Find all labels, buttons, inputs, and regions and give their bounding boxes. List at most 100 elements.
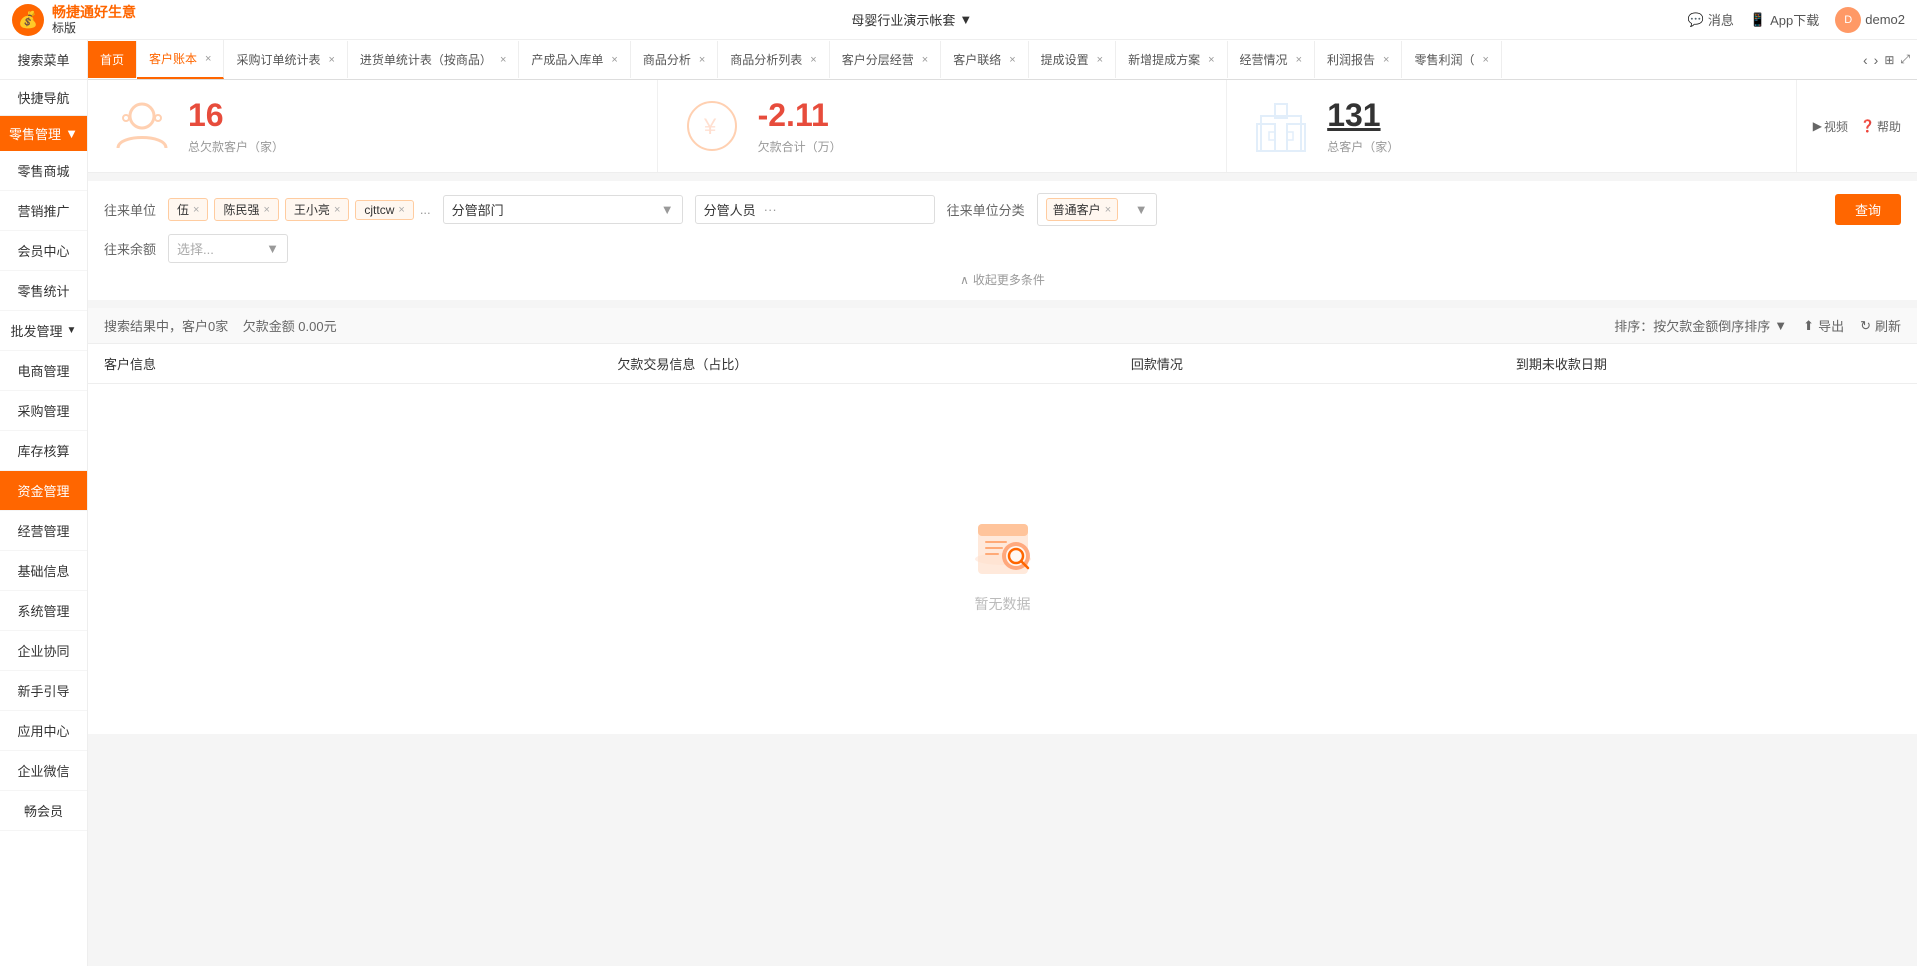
tab-home[interactable]: 首页 [88, 41, 137, 78]
header-right: 💬 消息 📱 App下载 D demo2 [1688, 7, 1905, 33]
tab-purchase-stats[interactable]: 进货单统计表（按商品） × [348, 41, 519, 78]
account-selector[interactable]: 母婴行业演示帐套 ▼ [851, 10, 972, 29]
stat-total-customers: 131 总客户（家） [1227, 80, 1797, 172]
tab-product-analysis[interactable]: 商品分析 × [631, 41, 718, 78]
tab-close-product-analysis-list[interactable]: × [810, 54, 816, 66]
tab-prev-arrow[interactable]: ‹ [1860, 52, 1871, 68]
sidebar-item-enterprise-collab[interactable]: 企业协同 [0, 631, 87, 671]
sidebar-item-system[interactable]: 系统管理 [0, 591, 87, 631]
video-help-btn[interactable]: ▶ 视频 [1813, 118, 1848, 135]
refresh-btn[interactable]: ↻ 刷新 [1860, 316, 1901, 335]
dept-select-arrow: ▼ [661, 202, 674, 217]
collapse-btn[interactable]: ∧ 收起更多条件 [104, 271, 1901, 288]
col-debt-info: 欠款交易信息（占比） [617, 354, 1130, 373]
filter-area: 往来单位 伍 × 陈民强 × 王小亮 × [88, 181, 1917, 300]
stat-number-total: 131 [1327, 97, 1399, 134]
sidebar-item-marketing[interactable]: 营销推广 [0, 191, 87, 231]
tab-close-product-inbound[interactable]: × [611, 54, 617, 66]
remove-tag-wu[interactable]: × [193, 204, 199, 216]
app-download-btn[interactable]: 📱 App下载 [1750, 10, 1819, 29]
sidebar-item-chang-member[interactable]: 畅会员 [0, 791, 87, 831]
collapse-icon: ∧ [960, 273, 969, 287]
sidebar-item-retail-stats[interactable]: 零售统计 [0, 271, 87, 311]
tab-customer-contact[interactable]: 客户联络 × [941, 41, 1028, 78]
stat-label-customers: 总欠款客户（家） [188, 138, 284, 155]
tab-fullscreen-icon[interactable]: ⤢ [1897, 52, 1913, 67]
sidebar-item-enterprise-wechat[interactable]: 企业微信 [0, 751, 87, 791]
tab-close-operations[interactable]: × [1296, 54, 1302, 66]
manager-select[interactable]: 分管人员 ··· [695, 195, 935, 224]
amount-select[interactable]: 选择... ▼ [168, 234, 288, 263]
company-filter-label: 往来单位 [104, 200, 156, 219]
tab-profit-report[interactable]: 利润报告 × [1315, 41, 1402, 78]
stat-values-customers: 16 总欠款客户（家） [188, 97, 284, 155]
remove-tag-wang[interactable]: × [334, 204, 340, 216]
sidebar-group-zero-sales[interactable]: 零售管理 ▼ [0, 116, 87, 151]
remove-tag-chen[interactable]: × [263, 204, 269, 216]
user-menu[interactable]: D demo2 [1835, 7, 1905, 33]
sidebar-item-inventory[interactable]: 库存核算 [0, 431, 87, 471]
tab-close-retail-profit[interactable]: × [1482, 54, 1488, 66]
tab-commission-settings[interactable]: 提成设置 × [1029, 41, 1116, 78]
tab-close-product-analysis[interactable]: × [699, 54, 705, 66]
sidebar-quick-nav[interactable]: 快捷导航 [0, 80, 87, 116]
remove-tag-cjttcw[interactable]: × [398, 204, 404, 216]
query-button[interactable]: 查询 [1835, 194, 1901, 225]
tab-purchase-order[interactable]: 采购订单统计表 × [224, 41, 347, 78]
export-icon: ⬆ [1803, 318, 1814, 334]
sidebar-item-ecommerce[interactable]: 电商管理 [0, 351, 87, 391]
table-body: 暂无数据 [88, 384, 1917, 734]
category-select[interactable]: 普通客户 × ▼ [1037, 193, 1157, 226]
tab-product-inbound[interactable]: 产成品入库单 × [519, 41, 630, 78]
logo-area: 💰 畅捷通好生意 标版 [12, 3, 136, 37]
tab-operations[interactable]: 经营情况 × [1228, 41, 1315, 78]
sidebar-item-procurement[interactable]: 采购管理 [0, 391, 87, 431]
remove-tag-normal-customer[interactable]: × [1105, 204, 1111, 216]
sort-label[interactable]: 排序：按欠款金额倒序排序 ▼ [1614, 316, 1787, 335]
export-btn[interactable]: ⬆ 导出 [1803, 316, 1844, 335]
tab-expand-icon[interactable]: ⊞ [1881, 53, 1897, 67]
top-header: 💰 畅捷通好生意 标版 母婴行业演示帐套 ▼ 💬 消息 📱 App下载 D de… [0, 0, 1917, 40]
stat-customer-icon [112, 96, 172, 156]
tab-close-customer-ledger[interactable]: × [205, 53, 211, 65]
tab-close-add-commission[interactable]: × [1208, 54, 1214, 66]
data-table: 客户信息 欠款交易信息（占比） 回款情况 到期未收款日期 [88, 344, 1917, 734]
tab-close-customer-contact[interactable]: × [1009, 54, 1015, 66]
filter-tag-cjttcw: cjttcw × [355, 200, 413, 220]
table-header: 客户信息 欠款交易信息（占比） 回款情况 到期未收款日期 [88, 344, 1917, 384]
sidebar-item-app-center[interactable]: 应用中心 [0, 711, 87, 751]
filter-row-1: 往来单位 伍 × 陈民强 × 王小亮 × [104, 193, 1901, 226]
tab-add-commission[interactable]: 新增提成方案 × [1116, 41, 1227, 78]
message-btn[interactable]: 💬 消息 [1688, 10, 1734, 29]
tab-close-purchase-order[interactable]: × [328, 54, 334, 66]
tab-product-analysis-list[interactable]: 商品分析列表 × [718, 41, 829, 78]
sidebar-item-new-guide[interactable]: 新手引导 [0, 671, 87, 711]
sidebar-item-basic-info[interactable]: 基础信息 [0, 551, 87, 591]
sidebar-item-finance[interactable]: 资金管理 [0, 471, 87, 511]
tab-next-arrow[interactable]: › [1871, 52, 1882, 68]
no-data-illustration: 暂无数据 [958, 444, 1048, 674]
sidebar-item-members[interactable]: 会员中心 [0, 231, 87, 271]
result-info-bar: 搜索结果中，客户0家 欠款金额 0.00元 排序：按欠款金额倒序排序 ▼ ⬆ 导… [88, 308, 1917, 344]
help-btn[interactable]: ❓ 帮助 [1860, 118, 1901, 135]
sidebar-item-wholesale[interactable]: 批发管理 ▼ [0, 311, 87, 351]
stat-building-icon [1251, 96, 1311, 156]
filter-tag-wang: 王小亮 × [285, 198, 349, 221]
main-layout: 搜索菜单 快捷导航 零售管理 ▼ 零售商城 营销推广 会员中心 零售统计 批发管… [0, 40, 1917, 966]
tab-close-purchase-stats[interactable]: × [500, 54, 506, 66]
sidebar-item-operations[interactable]: 经营管理 [0, 511, 87, 551]
sidebar: 搜索菜单 快捷导航 零售管理 ▼ 零售商城 营销推广 会员中心 零售统计 批发管… [0, 40, 88, 966]
filter-more-btn[interactable]: ... [420, 202, 431, 217]
tab-customer-stratify[interactable]: 客户分层经营 × [830, 41, 941, 78]
tab-close-profit-report[interactable]: × [1383, 54, 1389, 66]
dept-select[interactable]: 分管部门 ▼ [443, 195, 683, 224]
sidebar-item-zero-sales-mall[interactable]: 零售商城 [0, 151, 87, 191]
tab-close-commission-settings[interactable]: × [1097, 54, 1103, 66]
avatar: D [1835, 7, 1861, 33]
tab-customer-ledger[interactable]: 客户账本 × [137, 40, 224, 79]
stat-money-icon: ¥ [682, 96, 742, 156]
sidebar-search[interactable]: 搜索菜单 [0, 40, 87, 80]
tab-retail-profit[interactable]: 零售利润（ × [1402, 41, 1501, 78]
filter-tags: 伍 × 陈民强 × 王小亮 × cjttcw × [168, 198, 431, 221]
tab-close-customer-stratify[interactable]: × [922, 54, 928, 66]
